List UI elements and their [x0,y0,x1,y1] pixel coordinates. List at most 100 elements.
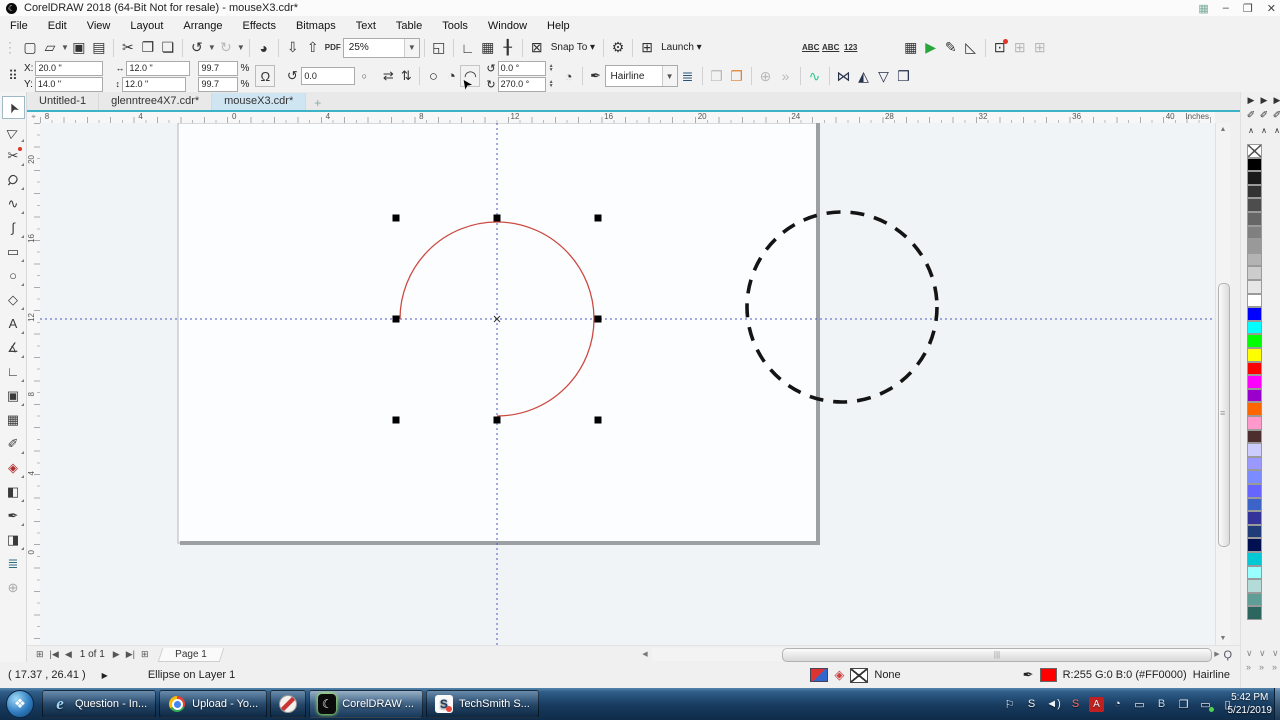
menu-bitmaps[interactable]: Bitmaps [286,18,346,34]
mirror-vertical-icon[interactable]: ⇅ [397,66,415,86]
wrap-paragraph-text-icon[interactable]: ≣ [678,66,698,87]
color-swatch[interactable] [1247,606,1262,620]
color-swatch[interactable] [1247,307,1262,321]
horizontal-scroll-thumb[interactable]: ||| [782,648,1212,662]
start-button[interactable]: ❖ [6,690,34,718]
techsmith-tray-icon[interactable]: S [1023,696,1040,713]
vertical-ruler[interactable]: 20 16 12 8 4 0 [27,123,41,645]
palette-expand-icon[interactable]: » [1272,662,1277,672]
network-icon[interactable]: ▭ [1197,696,1214,713]
menu-layout[interactable]: Layout [120,18,173,34]
options-gear-icon[interactable]: ⚙ [608,37,628,58]
color-swatch[interactable] [1247,252,1262,267]
document-tab[interactable]: glenntree4X7.cdr* [99,93,213,110]
taskbar-techsmith[interactable]: S TechSmith S... [425,690,539,718]
color-swatch[interactable] [1247,565,1262,580]
search-content-icon[interactable]: ◕ [254,37,274,58]
next-page-icon[interactable]: ▶ [110,649,123,660]
palette-eyedropper-icon[interactable]: ✐ [1258,110,1270,121]
color-swatch[interactable] [1247,198,1262,212]
text-tool[interactable]: A [2,312,25,335]
shape-tool[interactable]: ▷ [2,120,25,143]
rotation-angle-field[interactable] [301,67,356,85]
palette-flyout-icon[interactable]: ▶ [1245,95,1257,106]
interactive-fill-tool[interactable]: ◈ [2,456,25,479]
taskbar-chrome[interactable]: Upload - Yo... [159,690,268,718]
menu-tools[interactable]: Tools [432,18,478,34]
selection-handle[interactable] [493,214,501,222]
proof-numbers-icon[interactable]: ABC [801,37,821,58]
titlebar-app-icon[interactable]: ▦ [1198,2,1208,15]
cut-icon[interactable]: ✂ [118,37,138,58]
publish-pdf-icon[interactable]: PDF [323,37,343,58]
smart-fill-tool[interactable]: ◧ [2,480,25,503]
dimension-tool[interactable]: ∡ [2,336,25,359]
arc-start-field[interactable] [497,60,546,76]
color-swatch[interactable] [1247,184,1262,199]
color-swatch[interactable] [1247,361,1262,376]
chevron-up-icon[interactable]: ∧ [1245,126,1257,135]
arc-end-field[interactable] [497,76,546,92]
chevron-down-icon[interactable]: ▼ [208,43,216,52]
horizontal-scrollbar[interactable]: ◀ ||| ▶ [642,648,1220,662]
scroll-up-icon[interactable]: ▲ [1216,123,1230,136]
drawing-canvas[interactable] [40,123,1215,645]
launch-dropdown[interactable]: Launch ▾ [661,42,702,53]
color-swatch[interactable] [1247,470,1262,484]
pick-tool[interactable]: ➤ [1,96,25,119]
color-swatch[interactable] [1247,497,1262,512]
snap-to-dropdown[interactable]: Snap To ▾ [551,42,595,53]
zoom-tool[interactable]: Ϙ [2,168,25,191]
taskbar-tool[interactable] [270,690,307,718]
artistic-media-tool[interactable]: ∫ [2,216,25,239]
color-swatch[interactable] [1247,293,1262,308]
color-swatch[interactable] [1247,375,1262,389]
object-height-field[interactable] [121,76,186,92]
fill-tool[interactable]: ◨ [2,528,25,551]
color-swatch[interactable] [1247,388,1262,403]
scroll-left-icon[interactable]: ◀ [638,648,652,661]
outline-pen-tool[interactable]: ✒ [2,504,25,527]
palette-expand-icon[interactable]: » [1259,662,1264,672]
show-rulers-icon[interactable]: ∟ [458,37,478,58]
object-styles-tool[interactable]: ≣ [2,552,25,575]
undo-icon[interactable]: ↺ [187,37,207,58]
export-icon[interactable]: ⇧ [303,37,323,58]
scale-styles-icon[interactable]: ❐ [727,66,747,87]
chevron-down-icon[interactable]: ▼ [237,43,245,52]
menu-effects[interactable]: Effects [233,18,286,34]
chevron-up-icon[interactable]: ∧ [1258,126,1270,135]
color-swatch[interactable] [1247,348,1262,362]
number-format-icon[interactable]: 123 [841,37,861,58]
full-screen-preview-icon[interactable]: ◱ [429,37,449,58]
color-swatch[interactable] [1247,225,1262,240]
paste-icon[interactable]: ❏ [158,37,178,58]
open-icon[interactable]: ▱ [40,37,60,58]
color-swatch[interactable] [1247,429,1262,444]
restore-button[interactable]: ❐ [1243,2,1253,15]
customize-toolbox[interactable]: ⊕ [2,576,25,599]
volume-icon[interactable]: ◄) [1045,696,1062,713]
macro-pause-icon[interactable]: ⊞ [1030,37,1050,58]
zoom-level-select[interactable]: 25% ▼ [342,37,420,58]
selection-handle[interactable] [594,315,602,323]
crop-tool[interactable]: ✂ [2,144,25,167]
first-page-icon[interactable]: |◀ [47,649,62,660]
scale-width-field[interactable] [198,60,239,76]
copy-icon[interactable]: ❐ [138,37,158,58]
color-swatch[interactable] [1247,524,1262,539]
new-tab-button[interactable]: + [306,96,329,110]
no-color-swatch[interactable] [1247,144,1262,158]
object-width-field[interactable] [126,60,191,76]
add-page-icon-2[interactable]: ⊞ [138,649,152,660]
envelope-tool[interactable]: ▣ [2,384,25,407]
lock-ratio-icon[interactable]: Ω [255,65,276,87]
color-swatch[interactable] [1247,171,1262,185]
color-swatch[interactable] [1247,212,1262,226]
chevron-down-icon[interactable]: ∨ [1272,648,1279,659]
add-preset-icon[interactable]: ⊕ [756,66,776,87]
macro-step-icon[interactable]: ⊞ [1010,37,1030,58]
spinner-icon[interactable]: ▲ ▼ [549,80,554,89]
tray-clock[interactable]: 5:42 PM 5/21/2019 [1228,691,1273,717]
dual-monitor-icon[interactable]: ❐ [1175,696,1192,713]
